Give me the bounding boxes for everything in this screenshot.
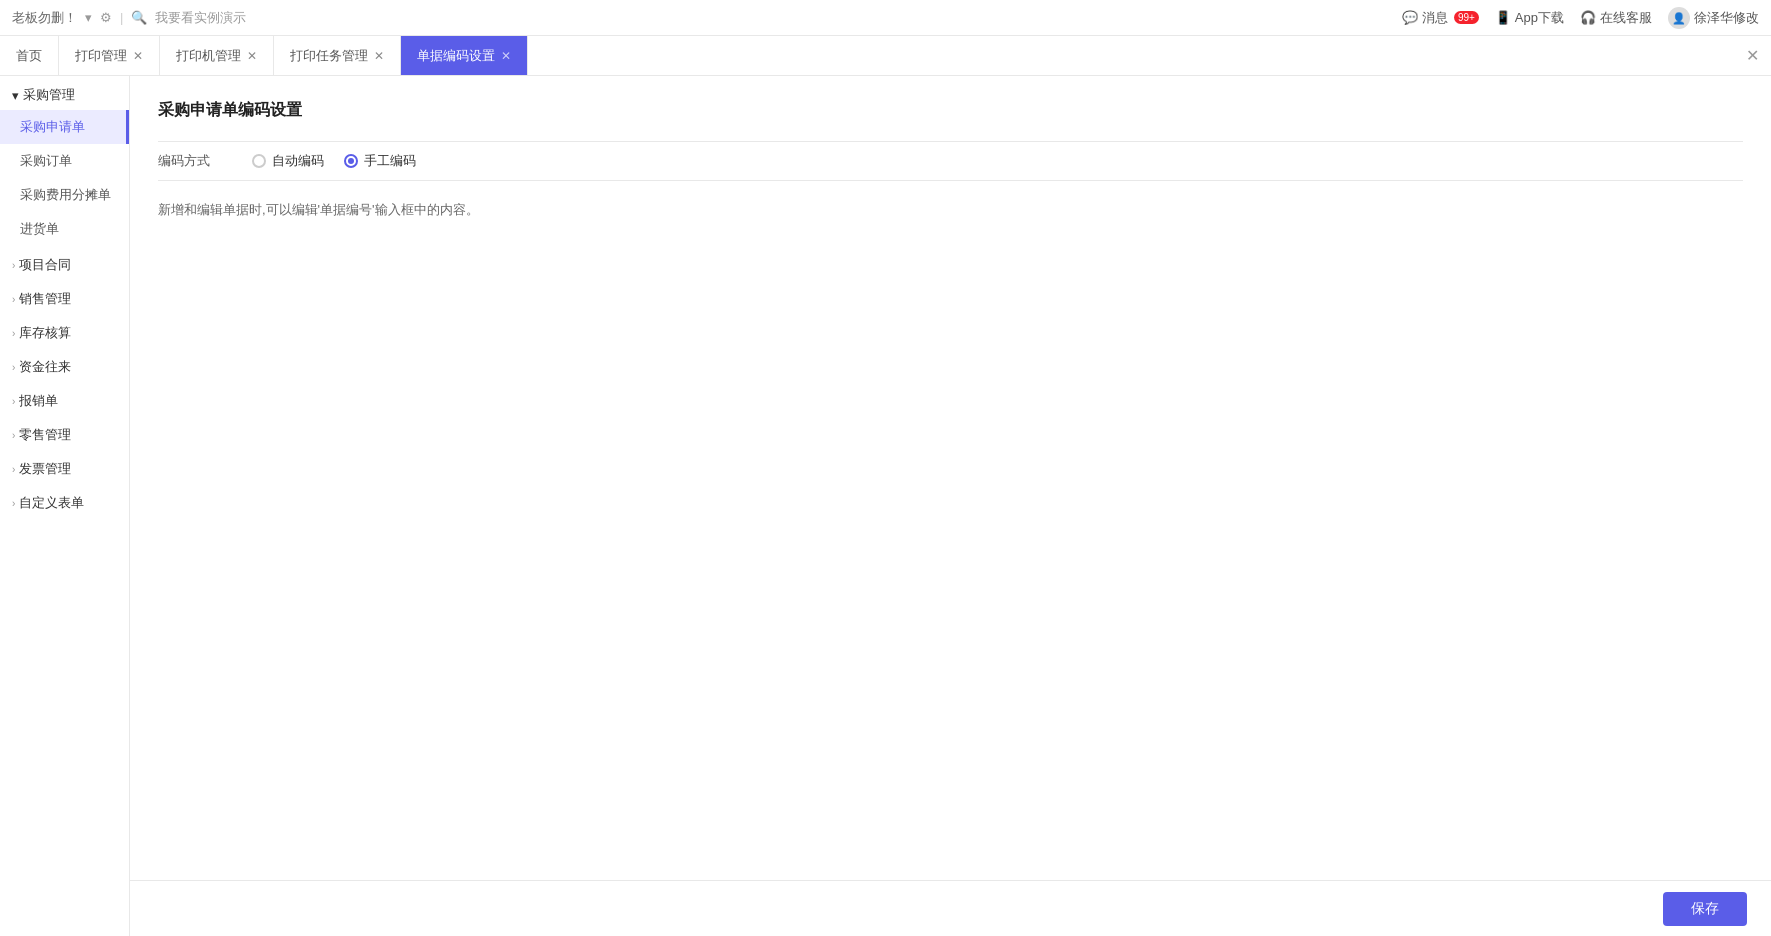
tab-print-mgmt-close[interactable]: ✕ xyxy=(133,49,143,63)
encoding-row: 编码方式 自动编码 手工编码 xyxy=(158,141,1743,181)
message-label: 消息 xyxy=(1422,9,1448,27)
expand-arrow-icon-custom: › xyxy=(12,498,15,509)
manual-code-option[interactable]: 手工编码 xyxy=(344,152,416,170)
tab-print-mgmt[interactable]: 打印管理 ✕ xyxy=(59,36,160,75)
sidebar-group-funds-label: 资金往来 xyxy=(19,358,71,376)
sidebar-group-project-label: 项目合同 xyxy=(19,256,71,274)
global-close-button[interactable]: ✕ xyxy=(1734,36,1771,75)
hint-text: 新增和编辑单据时,可以编辑'单据编号'输入框中的内容。 xyxy=(158,201,1743,219)
sidebar-group-invoice-label: 发票管理 xyxy=(19,460,71,478)
expand-arrow-icon-returns: › xyxy=(12,396,15,407)
content-inner: 采购申请单编码设置 编码方式 自动编码 手工编码 新增和编辑单据时,可以编辑'单… xyxy=(130,76,1771,880)
dropdown-icon[interactable]: ▾ xyxy=(85,10,92,25)
main-layout: ▾ 采购管理 采购申请单 采购订单 采购费用分摊单 进货单 › 项目合同 › 销… xyxy=(0,76,1771,936)
app-download-button[interactable]: 📱 App下载 xyxy=(1495,9,1564,27)
tab-order-code-label: 单据编码设置 xyxy=(417,47,495,65)
auto-code-option[interactable]: 自动编码 xyxy=(252,152,324,170)
search-icon: 🔍 xyxy=(131,10,147,25)
sidebar-group-purchase[interactable]: ▾ 采购管理 xyxy=(0,76,129,110)
search-placeholder: 我要看实例演示 xyxy=(155,9,246,27)
sidebar-group-returns-label: 报销单 xyxy=(19,392,58,410)
sidebar: ▾ 采购管理 采购申请单 采购订单 采购费用分摊单 进货单 › 项目合同 › 销… xyxy=(0,76,130,936)
sidebar-item-purchase-expense-label: 采购费用分摊单 xyxy=(20,187,111,202)
expand-arrow-icon-sales: › xyxy=(12,294,15,305)
user-name: 徐泽华修改 xyxy=(1694,9,1759,27)
sidebar-group-custom-label: 自定义表单 xyxy=(19,494,84,512)
sidebar-group-retail-label: 零售管理 xyxy=(19,426,71,444)
app-icon: 📱 xyxy=(1495,10,1511,25)
sidebar-group-invoice[interactable]: › 发票管理 xyxy=(0,450,129,484)
message-icon: 💬 xyxy=(1402,10,1418,25)
sidebar-item-purchase-expense[interactable]: 采购费用分摊单 xyxy=(0,178,129,212)
tab-print-mgmt-label: 打印管理 xyxy=(75,47,127,65)
sidebar-group-custom[interactable]: › 自定义表单 xyxy=(0,484,129,518)
expand-arrow-icon-inventory: › xyxy=(12,328,15,339)
tab-printer-mgmt-close[interactable]: ✕ xyxy=(247,49,257,63)
tab-print-task-mgmt-close[interactable]: ✕ xyxy=(374,49,384,63)
sidebar-item-goods-receipt-label: 进货单 xyxy=(20,221,59,236)
tabs-bar: 首页 打印管理 ✕ 打印机管理 ✕ 打印任务管理 ✕ 单据编码设置 ✕ ✕ xyxy=(0,36,1771,76)
headset-icon: 🎧 xyxy=(1580,10,1596,25)
top-bar-right: 💬 消息 99+ 📱 App下载 🎧 在线客服 👤 徐泽华修改 xyxy=(1402,7,1759,29)
collapse-arrow-icon: ▾ xyxy=(12,88,19,103)
sidebar-group-inventory-label: 库存核算 xyxy=(19,324,71,342)
message-badge: 99+ xyxy=(1454,11,1479,24)
sidebar-item-purchase-order-label: 采购订单 xyxy=(20,153,72,168)
online-service-label: 在线客服 xyxy=(1600,9,1652,27)
encoding-label: 编码方式 xyxy=(158,152,228,170)
sidebar-item-purchase-request-label: 采购申请单 xyxy=(20,119,85,134)
tab-home-label: 首页 xyxy=(16,47,42,65)
tab-home[interactable]: 首页 xyxy=(0,36,59,75)
content-area: 采购申请单编码设置 编码方式 自动编码 手工编码 新增和编辑单据时,可以编辑'单… xyxy=(130,76,1771,936)
online-service-button[interactable]: 🎧 在线客服 xyxy=(1580,9,1652,27)
tab-order-code-close[interactable]: ✕ xyxy=(501,49,511,63)
sidebar-item-purchase-request[interactable]: 采购申请单 xyxy=(0,110,129,144)
tab-order-code-settings[interactable]: 单据编码设置 ✕ xyxy=(401,36,528,75)
content-footer: 保存 xyxy=(130,880,1771,936)
app-download-label: App下载 xyxy=(1515,9,1564,27)
expand-arrow-icon-funds: › xyxy=(12,362,15,373)
expand-arrow-icon-invoice: › xyxy=(12,464,15,475)
sidebar-group-sales-label: 销售管理 xyxy=(19,290,71,308)
sidebar-item-goods-receipt[interactable]: 进货单 xyxy=(0,212,129,246)
tab-printer-mgmt-label: 打印机管理 xyxy=(176,47,241,65)
user-menu[interactable]: 👤 徐泽华修改 xyxy=(1668,7,1759,29)
tab-printer-mgmt[interactable]: 打印机管理 ✕ xyxy=(160,36,274,75)
sidebar-group-inventory[interactable]: › 库存核算 xyxy=(0,314,129,348)
manual-code-radio[interactable] xyxy=(344,154,358,168)
manual-code-label: 手工编码 xyxy=(364,152,416,170)
top-bar-left: 老板勿删！ ▾ ⚙ | 🔍 我要看实例演示 xyxy=(12,9,246,27)
sidebar-group-funds[interactable]: › 资金往来 xyxy=(0,348,129,382)
auto-code-radio[interactable] xyxy=(252,154,266,168)
save-button[interactable]: 保存 xyxy=(1663,892,1747,926)
sidebar-group-project[interactable]: › 项目合同 xyxy=(0,246,129,280)
auto-code-label: 自动编码 xyxy=(272,152,324,170)
sidebar-group-purchase-label: 采购管理 xyxy=(23,86,75,104)
top-bar: 老板勿删！ ▾ ⚙ | 🔍 我要看实例演示 💬 消息 99+ 📱 App下载 🎧… xyxy=(0,0,1771,36)
tab-print-task-mgmt[interactable]: 打印任务管理 ✕ xyxy=(274,36,401,75)
expand-arrow-icon-project: › xyxy=(12,260,15,271)
page-title: 采购申请单编码设置 xyxy=(158,100,1743,121)
expand-arrow-icon-retail: › xyxy=(12,430,15,441)
boss-text: 老板勿删！ xyxy=(12,9,77,27)
sidebar-group-retail[interactable]: › 零售管理 xyxy=(0,416,129,450)
user-avatar: 👤 xyxy=(1668,7,1690,29)
sidebar-group-returns[interactable]: › 报销单 xyxy=(0,382,129,416)
sidebar-group-sales[interactable]: › 销售管理 xyxy=(0,280,129,314)
settings-icon[interactable]: ⚙ xyxy=(100,10,112,25)
sidebar-item-purchase-order[interactable]: 采购订单 xyxy=(0,144,129,178)
tab-print-task-mgmt-label: 打印任务管理 xyxy=(290,47,368,65)
message-button[interactable]: 💬 消息 99+ xyxy=(1402,9,1479,27)
radio-group: 自动编码 手工编码 xyxy=(252,152,416,170)
